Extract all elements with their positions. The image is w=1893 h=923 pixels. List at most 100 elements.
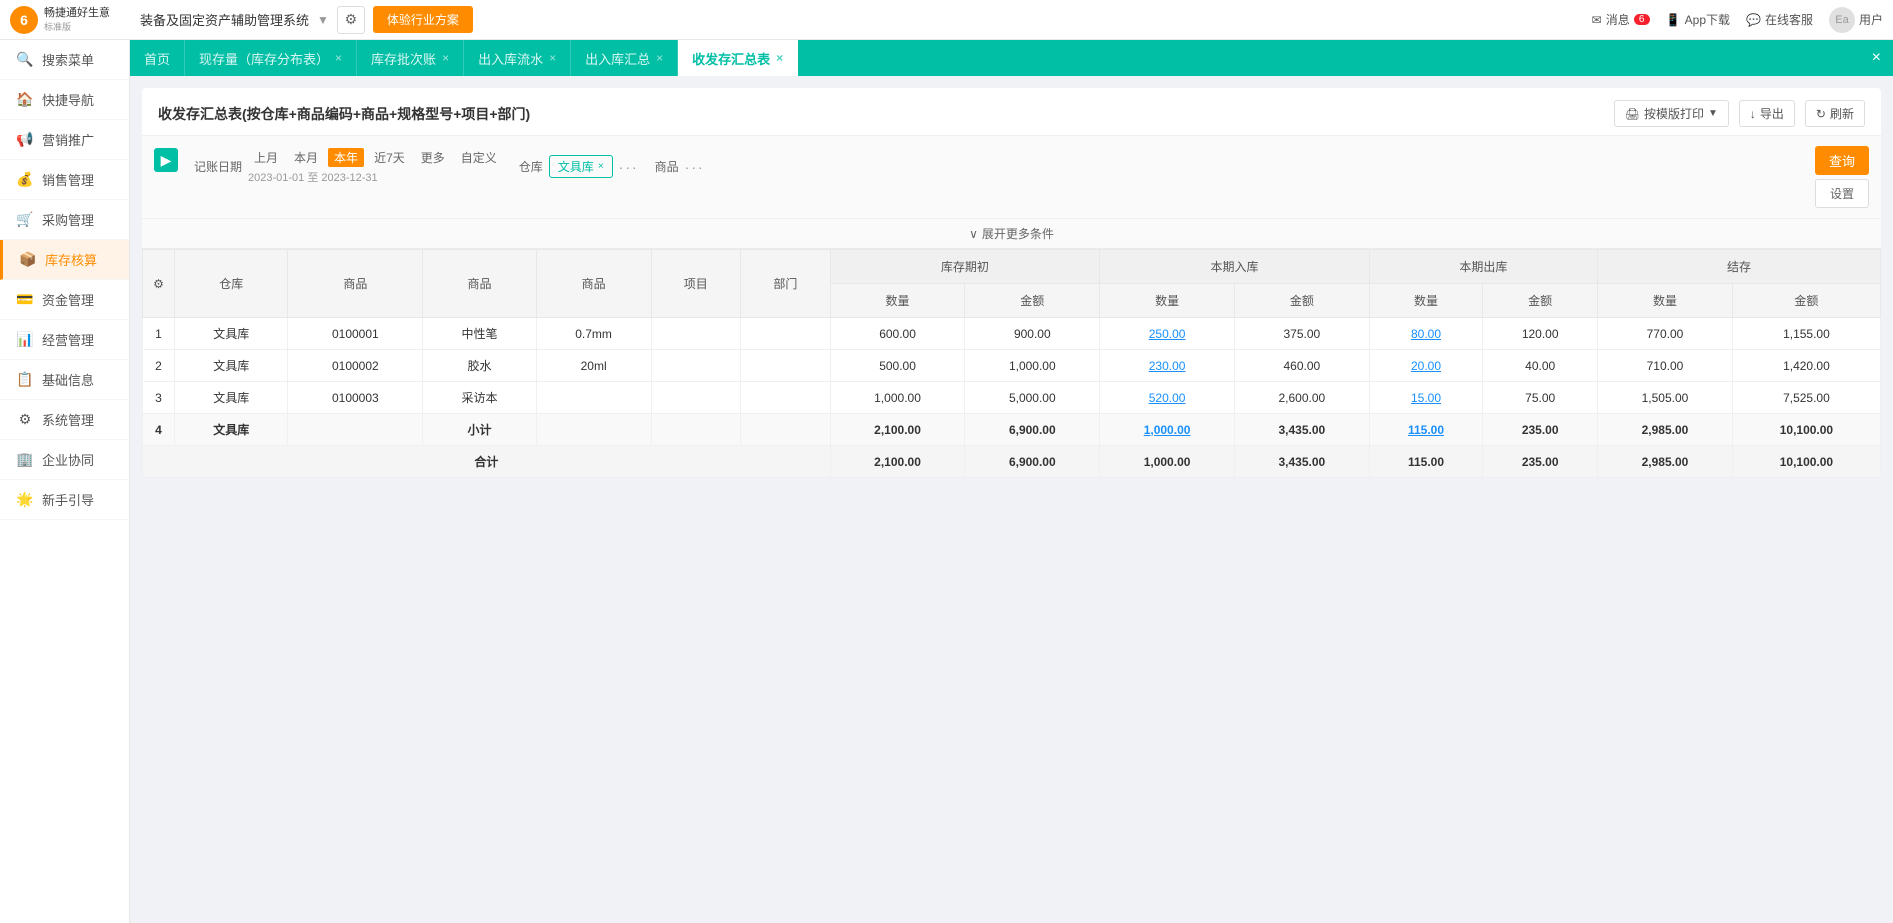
sidebar-label-inventory: 库存核算 <box>45 250 97 269</box>
sidebar-label-quick-nav: 快捷导航 <box>42 90 94 109</box>
export-button[interactable]: ↓ 导出 <box>1739 100 1795 127</box>
filter-expand-button[interactable]: ▶ <box>154 148 178 172</box>
sidebar-item-purchase[interactable]: 🛒 采购管理 <box>0 200 129 240</box>
cell-closing-qty: 770.00 <box>1598 318 1733 350</box>
tab-close-stock-dist[interactable]: × <box>335 51 342 65</box>
page-title: 收发存汇总表(按仓库+商品编码+商品+规格型号+项目+部门) <box>158 104 530 124</box>
filter-main-row: ▶ 记账日期 上月 <box>142 136 1881 218</box>
expand-label: 展开更多条件 <box>982 225 1054 242</box>
tab-in-out-flow[interactable]: 出入库流水 × <box>464 40 571 76</box>
try-industry-button[interactable]: 体验行业方案 <box>373 6 473 33</box>
sidebar-item-operations[interactable]: 📊 经营管理 <box>0 320 129 360</box>
operations-icon: 📊 <box>16 331 34 348</box>
col-group-out-period: 本期出库 <box>1369 250 1597 284</box>
col-sub-out-amt: 金额 <box>1483 284 1598 318</box>
messages-item[interactable]: ✉ 消息 6 <box>1592 11 1650 28</box>
filter-right-buttons: 查询 设置 <box>1803 136 1881 218</box>
date-btn-this-year[interactable]: 本年 <box>328 148 364 167</box>
cell-goods-code: 0100003 <box>288 382 423 414</box>
sidebar-item-guide[interactable]: 🌟 新手引导 <box>0 480 129 520</box>
page-card: 收发存汇总表(按仓库+商品编码+商品+规格型号+项目+部门) 🖨 按模版打印 ▼… <box>142 88 1881 478</box>
app-download-item[interactable]: 📱 App下载 <box>1666 11 1730 28</box>
cell-closing-amt: 1,420.00 <box>1732 350 1880 382</box>
sidebar-item-capital[interactable]: 💳 资金管理 <box>0 280 129 320</box>
col-group-closing: 结存 <box>1598 250 1881 284</box>
cell-in-qty[interactable]: 230.00 <box>1100 350 1235 382</box>
cell-opening-qty: 2,100.00 <box>830 414 965 446</box>
goods-filter-group: 商品 ··· <box>655 158 705 175</box>
system-select-icon[interactable]: ▼ <box>317 13 329 27</box>
tab-close-receive-send-summary[interactable]: × <box>776 51 783 65</box>
cell-out-qty[interactable]: 20.00 <box>1369 350 1483 382</box>
tab-close-in-out-flow[interactable]: × <box>549 51 556 65</box>
cell-goods-spec <box>536 414 651 446</box>
cell-closing-qty: 710.00 <box>1598 350 1733 382</box>
sidebar-label-search: 搜索菜单 <box>42 50 94 69</box>
cell-project <box>651 414 741 446</box>
tab-home[interactable]: 首页 <box>130 40 185 76</box>
query-button[interactable]: 查询 <box>1815 146 1869 175</box>
app-download-icon: 📱 <box>1666 13 1681 27</box>
cell-project <box>651 350 741 382</box>
filter-content: 记账日期 上月 本月 本年 近7天 更多 自定义 <box>186 136 1803 197</box>
cell-in-qty[interactable]: 250.00 <box>1100 318 1235 350</box>
date-btn-last-month[interactable]: 上月 <box>248 148 284 167</box>
content-area: 首页 现存量（库存分布表） × 库存批次账 × 出入库流水 × 出入库汇总 × … <box>130 40 1893 923</box>
sidebar-item-marketing[interactable]: 📢 营销推广 <box>0 120 129 160</box>
col-sub-opening-qty: 数量 <box>830 284 965 318</box>
print-button[interactable]: 🖨 按模版打印 ▼ <box>1614 100 1729 127</box>
warehouse-more-dots[interactable]: ··· <box>619 159 639 175</box>
sidebar-item-basic-info[interactable]: 📋 基础信息 <box>0 360 129 400</box>
expand-conditions-row[interactable]: ∨ 展开更多条件 <box>142 218 1881 248</box>
tab-in-out-summary[interactable]: 出入库汇总 × <box>571 40 678 76</box>
col-group-opening: 库存期初 <box>830 250 1100 284</box>
logo-icon: 6 <box>10 6 38 34</box>
tab-close-in-out-summary[interactable]: × <box>656 51 663 65</box>
filter-settings-button[interactable]: 设置 <box>1815 179 1869 208</box>
sidebar-item-enterprise[interactable]: 🏢 企业协同 <box>0 440 129 480</box>
date-btn-custom[interactable]: 自定义 <box>455 148 503 167</box>
refresh-button[interactable]: ↻ 刷新 <box>1805 100 1865 127</box>
sidebar-item-inventory[interactable]: 📦 库存核算 <box>0 240 129 280</box>
date-btn-7days[interactable]: 近7天 <box>368 148 411 167</box>
tab-close-batch-account[interactable]: × <box>442 51 449 65</box>
col-sub-out-qty: 数量 <box>1369 284 1483 318</box>
date-filter-group: 记账日期 上月 本月 本年 近7天 更多 自定义 <box>194 148 503 185</box>
page-title-bar: 收发存汇总表(按仓库+商品编码+商品+规格型号+项目+部门) 🖨 按模版打印 ▼… <box>142 88 1881 136</box>
tab-batch-account[interactable]: 库存批次账 × <box>357 40 464 76</box>
date-btn-this-month[interactable]: 本月 <box>288 148 324 167</box>
cell-out-qty[interactable]: 15.00 <box>1369 382 1483 414</box>
cell-in-qty[interactable]: 520.00 <box>1100 382 1235 414</box>
user-item[interactable]: Ea 用户 <box>1829 7 1883 33</box>
date-filter-buttons: 上月 本月 本年 近7天 更多 自定义 <box>248 148 503 167</box>
date-filter: 上月 本月 本年 近7天 更多 自定义 2023-01-01 至 2023-12… <box>248 148 503 185</box>
gear-button[interactable]: ⚙ <box>337 6 365 34</box>
sidebar-item-sales[interactable]: 💰 销售管理 <box>0 160 129 200</box>
cell-out-amt: 235.00 <box>1483 414 1598 446</box>
col-header-goods-name: 商品 <box>423 250 536 318</box>
sidebar-item-search[interactable]: 🔍 搜索菜单 <box>0 40 129 80</box>
tab-stock-dist[interactable]: 现存量（库存分布表） × <box>185 40 357 76</box>
sidebar-item-system[interactable]: ⚙ 系统管理 <box>0 400 129 440</box>
cell-goods-name: 胶水 <box>423 350 536 382</box>
goods-more-dots[interactable]: ··· <box>685 159 705 175</box>
messages-badge: 6 <box>1634 14 1650 25</box>
cell-closing-qty: 1,505.00 <box>1598 382 1733 414</box>
sidebar-label-basic-info: 基础信息 <box>42 370 94 389</box>
warehouse-tag-close[interactable]: × <box>598 161 604 172</box>
warehouse-filter-group: 仓库 文具库 × ··· <box>519 155 639 178</box>
cell-opening-qty: 600.00 <box>830 318 965 350</box>
date-btn-more[interactable]: 更多 <box>415 148 451 167</box>
tab-receive-send-summary[interactable]: 收发存汇总表 × <box>678 40 798 76</box>
sidebar-item-quick-nav[interactable]: 🏠 快捷导航 <box>0 80 129 120</box>
table-settings-icon-header[interactable]: ⚙ <box>143 250 175 318</box>
cell-out-qty[interactable]: 115.00 <box>1369 414 1483 446</box>
tab-bar-close-button[interactable]: × <box>1860 49 1893 67</box>
cell-opening-qty: 500.00 <box>830 350 965 382</box>
cell-in-qty[interactable]: 1,000.00 <box>1100 414 1235 446</box>
footer-label: 合计 <box>143 446 831 478</box>
online-service-item[interactable]: 💬 在线客服 <box>1746 11 1813 28</box>
cell-goods-code: 0100002 <box>288 350 423 382</box>
page-actions: 🖨 按模版打印 ▼ ↓ 导出 ↻ 刷新 <box>1614 100 1865 127</box>
cell-out-qty[interactable]: 80.00 <box>1369 318 1483 350</box>
